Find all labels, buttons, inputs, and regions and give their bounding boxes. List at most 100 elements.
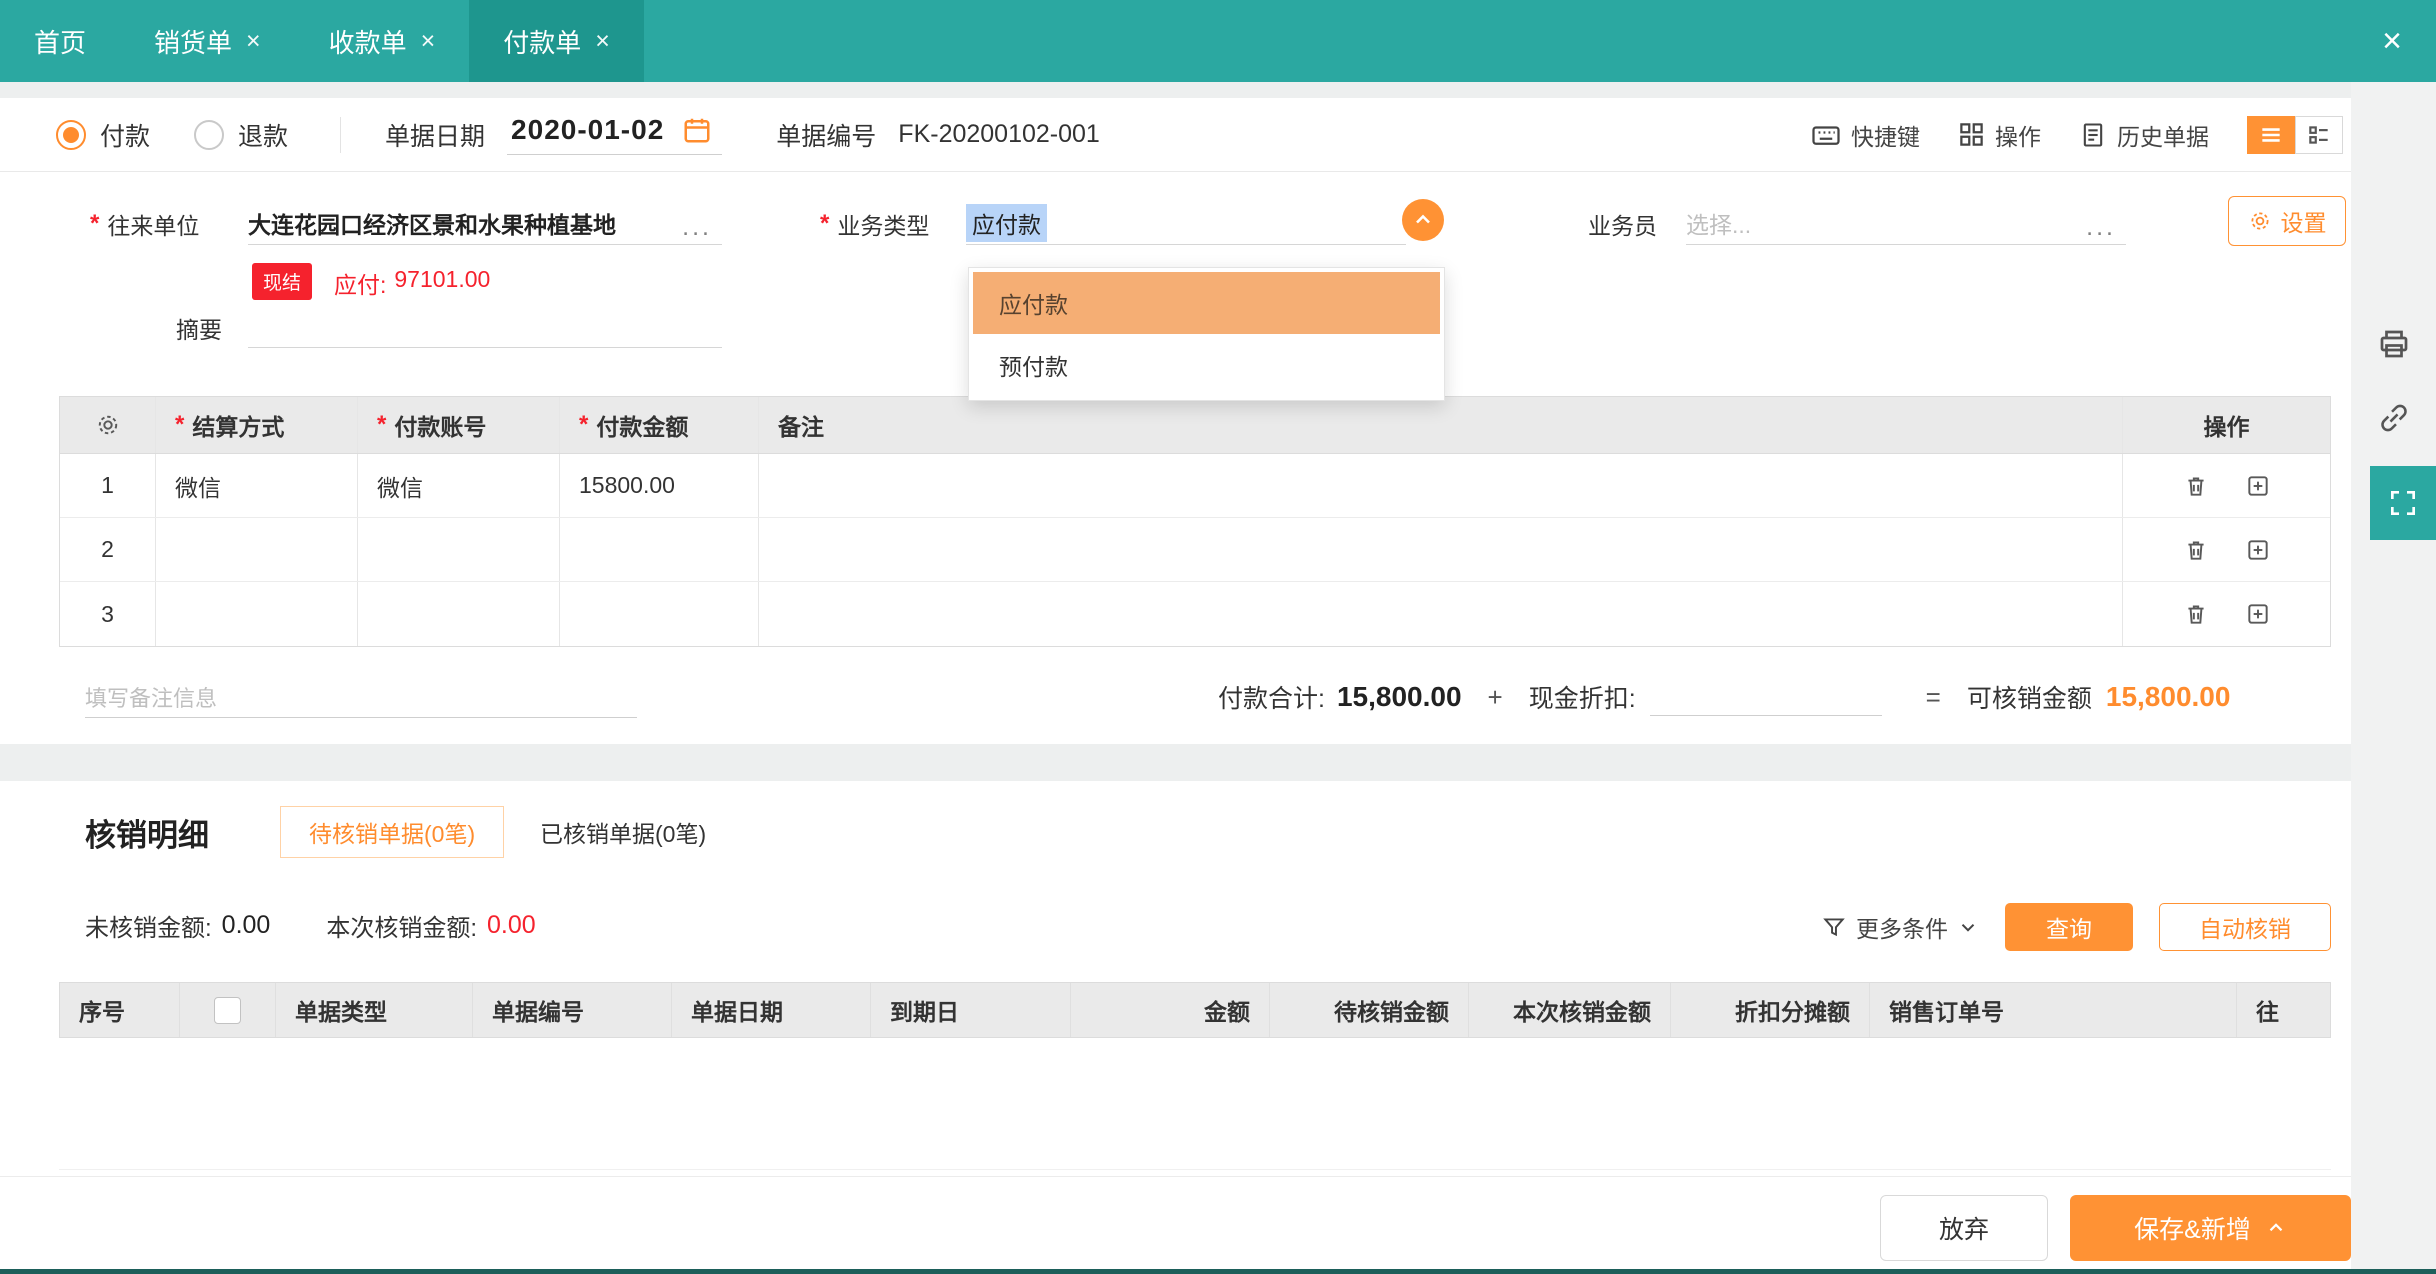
radio-refund[interactable]: 退款 [194, 117, 288, 153]
dropdown-option-prepaid[interactable]: 预付款 [973, 334, 1440, 396]
discount-input[interactable] [1649, 678, 1882, 716]
calendar-icon[interactable] [682, 115, 712, 145]
settings-button[interactable]: 设置 [2228, 196, 2346, 246]
gear-icon [95, 412, 121, 438]
shortcut-label: 快捷键 [1851, 123, 1920, 150]
remark-input[interactable]: 填写备注信息 [85, 676, 637, 718]
close-tab-icon[interactable]: × [246, 28, 261, 54]
expand-icon[interactable] [2370, 466, 2436, 540]
contact-lookup-icon[interactable]: ... [682, 215, 712, 240]
salesman-input[interactable]: 选择... ... [1686, 201, 2126, 245]
tab-pending-documents[interactable]: 待核销单据(0笔) [280, 806, 505, 858]
summary-input[interactable] [248, 304, 722, 348]
radio-refund-label: 退款 [238, 122, 289, 151]
header-pay-account: * 付款账号 [358, 397, 560, 453]
tab-payment-order[interactable]: 付款单 × [469, 0, 644, 82]
query-button[interactable]: 查询 [2005, 903, 2133, 951]
cell-pay-amount[interactable] [560, 518, 759, 581]
cell-pay-account[interactable] [358, 518, 560, 581]
cell-operations [2123, 582, 2330, 646]
header-settle-method: * 结算方式 [156, 397, 358, 453]
close-tab-icon[interactable]: × [595, 28, 610, 54]
chevron-up-icon [2265, 1217, 2287, 1239]
link-icon[interactable] [2377, 401, 2411, 435]
operation-label: 操作 [1995, 123, 2041, 150]
tab-receipt-order[interactable]: 收款单 × [295, 0, 470, 82]
card-view-button[interactable] [2295, 115, 2343, 154]
header-discount-share: 折扣分摊额 [1671, 983, 1870, 1037]
discard-button[interactable]: 放弃 [1880, 1195, 2048, 1261]
cell-pay-account[interactable] [358, 582, 560, 646]
save-and-new-button[interactable]: 保存&新增 [2070, 1195, 2351, 1261]
cell-remark[interactable] [759, 518, 2123, 581]
row-seq: 2 [60, 518, 156, 581]
salesman-label: 业务员 [1588, 213, 1657, 239]
biztype-input[interactable]: 应付款 [966, 201, 1406, 245]
tab-writtenoff-documents[interactable]: 已核销单据(0笔) [512, 806, 735, 858]
checkbox-icon[interactable] [214, 996, 241, 1024]
cell-pay-amount[interactable]: 15800.00 [560, 454, 759, 517]
contact-input[interactable]: 大连花园口经济区景和水果种植基地 ... [248, 201, 722, 245]
tab-home-label: 首页 [34, 27, 87, 58]
printer-icon[interactable] [2376, 326, 2412, 362]
trash-icon[interactable] [2183, 473, 2209, 499]
tab-home[interactable]: 首页 [0, 0, 120, 82]
writeoff-amount-value: 15,800.00 [2105, 681, 2231, 712]
add-row-icon[interactable] [2245, 601, 2271, 627]
row-seq: 1 [60, 454, 156, 517]
document-toolbar: 付款 退款 单据日期 2020-01-02 单据编号 FK-20200102-0… [0, 98, 2351, 172]
total-value: 15,800.00 [1336, 681, 1462, 712]
more-conditions-button[interactable]: 更多条件 [1821, 910, 1979, 944]
shortcut-button[interactable]: 快捷键 [1811, 118, 1920, 152]
radio-payment[interactable]: 付款 [56, 117, 150, 153]
writeoff-title: 核销明细 [85, 818, 209, 853]
header-doc-number: 单据编号 [473, 983, 672, 1037]
header-remark: 备注 [759, 397, 2123, 453]
trash-icon[interactable] [2183, 601, 2209, 627]
cell-remark[interactable] [759, 454, 2123, 517]
list-view-button[interactable] [2247, 115, 2295, 154]
cell-settle-method[interactable] [156, 518, 358, 581]
add-row-icon[interactable] [2245, 537, 2271, 563]
contact-label-group: * 往来单位 [90, 207, 199, 241]
biztype-collapse-button[interactable] [1402, 199, 1444, 241]
tab-sales-order[interactable]: 销货单 × [120, 0, 295, 82]
operation-button[interactable]: 操作 [1958, 118, 2041, 152]
cell-settle-method[interactable] [156, 582, 358, 646]
cell-pay-amount[interactable] [560, 582, 759, 646]
close-window-icon[interactable]: × [2348, 0, 2436, 82]
payment-table-header: * 结算方式 * 付款账号 * 付款金额 备注 操作 [60, 397, 2330, 454]
header-select-all[interactable] [180, 983, 276, 1037]
radio-unselected-icon [194, 119, 225, 150]
cell-pay-account[interactable]: 微信 [358, 454, 560, 517]
date-input[interactable]: 2020-01-02 [507, 114, 723, 155]
settlement-badge: 现结 [252, 263, 313, 300]
close-tab-icon[interactable]: × [421, 28, 436, 54]
radio-payment-label: 付款 [100, 122, 151, 151]
discount-label: 现金折扣: [1528, 685, 1636, 713]
add-row-icon[interactable] [2245, 473, 2271, 499]
header-doc-date: 单据日期 [672, 983, 871, 1037]
app-window: 首页 销货单 × 收款单 × 付款单 × × 付款 退款 单据日期 2020-0… [0, 0, 2436, 1274]
auto-writeoff-button[interactable]: 自动核销 [2159, 903, 2331, 951]
remark-placeholder: 填写备注信息 [85, 685, 218, 711]
save-and-new-label: 保存&新增 [2134, 1216, 2251, 1244]
history-button[interactable]: 历史单据 [2079, 118, 2209, 152]
column-settings-cell[interactable] [60, 397, 156, 453]
trash-icon[interactable] [2183, 537, 2209, 563]
salesman-lookup-icon[interactable]: ... [2086, 215, 2116, 240]
payable-value: 97101.00 [394, 266, 491, 292]
header-contact-clipped: 往 [2256, 999, 2279, 1025]
keyboard-icon [1811, 120, 1841, 150]
writeoff-table: 序号 单据类型 单据编号 单据日期 到期日 金额 待核销金额 本次核销金额 折扣… [59, 982, 2331, 1170]
contact-value: 大连花园口经济区景和水果种植基地 [248, 211, 616, 238]
totals-bar: 付款合计: 15,800.00 + 现金折扣: = 可核销金额 15,800.0… [1218, 678, 2230, 716]
cell-settle-method[interactable]: 微信 [156, 454, 358, 517]
cell-remark[interactable] [759, 582, 2123, 646]
settings-label: 设置 [2280, 210, 2327, 236]
dropdown-option-payable[interactable]: 应付款 [973, 272, 1440, 334]
row-seq: 3 [60, 582, 156, 646]
cell-operations [2123, 454, 2330, 517]
writeoff-table-header: 序号 单据类型 单据编号 单据日期 到期日 金额 待核销金额 本次核销金额 折扣… [59, 982, 2331, 1038]
gear-icon [2248, 209, 2272, 233]
